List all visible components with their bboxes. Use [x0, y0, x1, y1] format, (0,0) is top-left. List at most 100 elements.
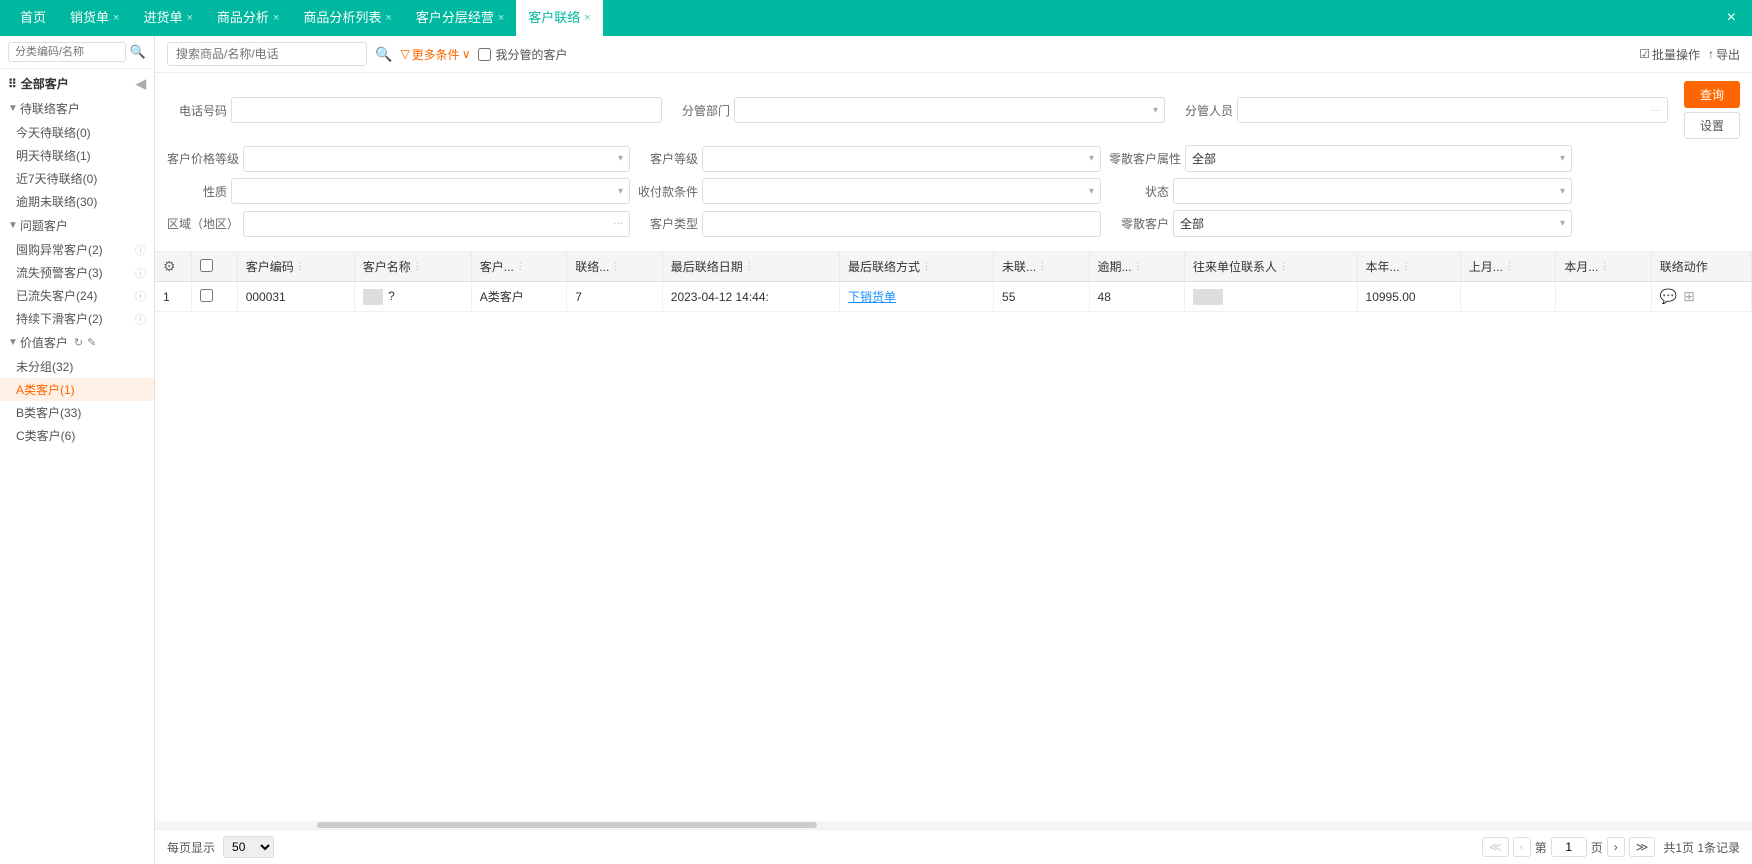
- th-contact-count-label: 联络...: [575, 258, 609, 275]
- page-size-select[interactable]: 50 10 20 100: [223, 836, 274, 858]
- region-input[interactable]: ···: [243, 211, 630, 237]
- sidebar-item-7days-contact[interactable]: 近7天待联络(0): [0, 167, 154, 190]
- nav-sales-order[interactable]: 销货单 ×: [58, 0, 131, 36]
- row-checkbox[interactable]: [200, 289, 213, 302]
- filter-nature: 性质 ▾: [167, 178, 630, 204]
- chevron-down-icon: ∨: [462, 47, 471, 61]
- th-contact-count[interactable]: 联络... ⋮: [567, 252, 663, 282]
- more-filter-btn[interactable]: ▽ 更多条件 ∨: [400, 46, 470, 63]
- sidebar-collapse-btn[interactable]: ◀: [136, 76, 146, 92]
- gear-icon[interactable]: ⚙: [163, 258, 176, 274]
- payment-input[interactable]: ▾: [702, 178, 1101, 204]
- retail-attr-arrow-icon: ▾: [1560, 153, 1565, 164]
- close-product-analysis[interactable]: ×: [273, 0, 279, 36]
- th-this-year[interactable]: 本年... ⋮: [1357, 252, 1460, 282]
- query-button[interactable]: 查询: [1684, 81, 1740, 108]
- retail-input[interactable]: 全部 ▾: [1173, 210, 1572, 237]
- sidebar-search-input[interactable]: [8, 42, 126, 62]
- close-sales-order[interactable]: ×: [113, 0, 119, 36]
- sidebar-item-overdue-contact[interactable]: 逾期未联络(30): [0, 190, 154, 213]
- nav-purchase-order[interactable]: 进货单 ×: [131, 0, 204, 36]
- filter-price-level: 客户价格等级 ▾: [167, 146, 630, 172]
- status-input[interactable]: ▾: [1173, 178, 1572, 204]
- person-input[interactable]: ···: [1237, 97, 1668, 123]
- nav-customer-contact[interactable]: 客户联络 ×: [516, 0, 602, 36]
- row-this-month: [1556, 282, 1652, 312]
- sidebar-group-pending[interactable]: ▼ 待联络客户: [0, 96, 154, 121]
- qrcode-icon[interactable]: ⊞: [1683, 288, 1695, 305]
- th-unit-contact[interactable]: 往来单位联系人 ⋮: [1185, 252, 1358, 282]
- sidebar-group-problem[interactable]: ▼ 问题客户: [0, 213, 154, 238]
- close-purchase-order[interactable]: ×: [186, 0, 192, 36]
- search-icon-btn[interactable]: 🔍: [375, 46, 392, 63]
- price-level-input[interactable]: ▾: [243, 146, 630, 172]
- sidebar-item-churned[interactable]: 已流失客户(24) ⓘ: [0, 284, 154, 307]
- edit-icon[interactable]: ✎: [87, 336, 96, 349]
- sidebar-all-customers[interactable]: ⠿ 全部客户 ◀: [0, 69, 154, 96]
- th-name[interactable]: 客户名称 ⋮: [354, 252, 471, 282]
- refresh-icon[interactable]: ↻: [74, 336, 83, 349]
- nav-home[interactable]: 首页: [8, 0, 58, 36]
- sidebar-item-tomorrow-contact[interactable]: 明天待联络(1): [0, 144, 154, 167]
- dept-input[interactable]: ▾: [734, 97, 1165, 123]
- window-close-btn[interactable]: ×: [1719, 9, 1744, 27]
- price-level-arrow-icon: ▾: [618, 153, 623, 164]
- th-last-contact-date[interactable]: 最后联络日期 ⋮: [662, 252, 839, 282]
- th-this-month[interactable]: 本月... ⋮: [1556, 252, 1652, 282]
- sort-dots-unit: ⋮: [1279, 261, 1288, 272]
- sidebar-group-value[interactable]: ▼ 价值客户 ↻ ✎: [0, 330, 154, 355]
- sidebar-search-icon[interactable]: 🔍: [130, 44, 146, 60]
- last-page-btn[interactable]: ≫: [1629, 837, 1656, 857]
- th-overdue[interactable]: 逾期... ⋮: [1089, 252, 1185, 282]
- search-input[interactable]: [167, 42, 367, 66]
- row-last-month: [1460, 282, 1556, 312]
- th-no-contact[interactable]: 未联... ⋮: [994, 252, 1090, 282]
- close-product-analysis-list[interactable]: ×: [385, 0, 391, 36]
- nature-input[interactable]: ▾: [231, 178, 630, 204]
- th-name-label: 客户名称: [363, 258, 411, 275]
- filter-retail: 零散客户 全部 ▾: [1109, 210, 1572, 237]
- info-icon-4: ⓘ: [135, 311, 146, 327]
- sidebar-item-no-group[interactable]: 未分组(32): [0, 355, 154, 378]
- prev-page-btn[interactable]: ‹: [1513, 837, 1531, 857]
- th-last-contact-method[interactable]: 最后联络方式 ⋮: [840, 252, 994, 282]
- th-last-month[interactable]: 上月... ⋮: [1460, 252, 1556, 282]
- nav-product-analysis-list[interactable]: 商品分析列表 ×: [291, 0, 403, 36]
- filter-customer-level: 客户等级 ▾: [638, 146, 1101, 172]
- th-last-contact-method-label: 最后联络方式: [848, 258, 920, 275]
- select-all-checkbox[interactable]: [200, 259, 213, 272]
- page-number-input[interactable]: [1551, 837, 1587, 857]
- export-btn[interactable]: ↑ 导出: [1708, 46, 1740, 63]
- sort-dots-date: ⋮: [745, 261, 754, 272]
- th-code[interactable]: 客户编码 ⋮: [237, 252, 354, 282]
- sidebar-item-a-class[interactable]: A类客户(1): [0, 378, 154, 401]
- sidebar-item-today-contact[interactable]: 今天待联络(0): [0, 121, 154, 144]
- customer-type-input[interactable]: [702, 211, 1101, 237]
- close-customer-segment[interactable]: ×: [498, 0, 504, 36]
- settings-button[interactable]: 设置: [1684, 112, 1740, 139]
- th-code-label: 客户编码: [246, 258, 294, 275]
- th-customer-type[interactable]: 客户... ⋮: [471, 252, 567, 282]
- nav-product-analysis[interactable]: 商品分析 ×: [205, 0, 291, 36]
- filter-payment: 收付款条件 ▾: [638, 178, 1101, 204]
- chat-icon[interactable]: 💬: [1660, 288, 1677, 305]
- retail-attr-input[interactable]: 全部 ▾: [1185, 145, 1572, 172]
- my-customers-checkbox-label[interactable]: 我分管的客户: [478, 46, 567, 63]
- sidebar-item-churn-warning[interactable]: 流失预警客户(3) ⓘ: [0, 261, 154, 284]
- sidebar-item-hoard-customer[interactable]: 囤购异常客户(2) ⓘ: [0, 238, 154, 261]
- customer-level-input[interactable]: ▾: [702, 146, 1101, 172]
- my-customers-checkbox[interactable]: [478, 48, 491, 61]
- scroll-thumb[interactable]: [317, 822, 817, 828]
- sort-dots-thismonth: ⋮: [1600, 261, 1609, 272]
- close-customer-contact[interactable]: ×: [584, 0, 590, 36]
- sidebar-item-c-class[interactable]: C类客户(6): [0, 424, 154, 447]
- batch-op-btn[interactable]: ☑ 批量操作: [1639, 46, 1700, 63]
- first-page-btn[interactable]: ≪: [1482, 837, 1509, 857]
- phone-input[interactable]: [231, 97, 662, 123]
- sidebar-item-declining[interactable]: 持续下滑客户(2) ⓘ: [0, 307, 154, 330]
- next-page-btn[interactable]: ›: [1607, 837, 1625, 857]
- contact-method-link[interactable]: 下销货单: [848, 290, 896, 304]
- sidebar-item-b-class[interactable]: B类客户(33): [0, 401, 154, 424]
- page-unit: 页: [1591, 839, 1603, 856]
- nav-customer-segment[interactable]: 客户分层经营 ×: [404, 0, 516, 36]
